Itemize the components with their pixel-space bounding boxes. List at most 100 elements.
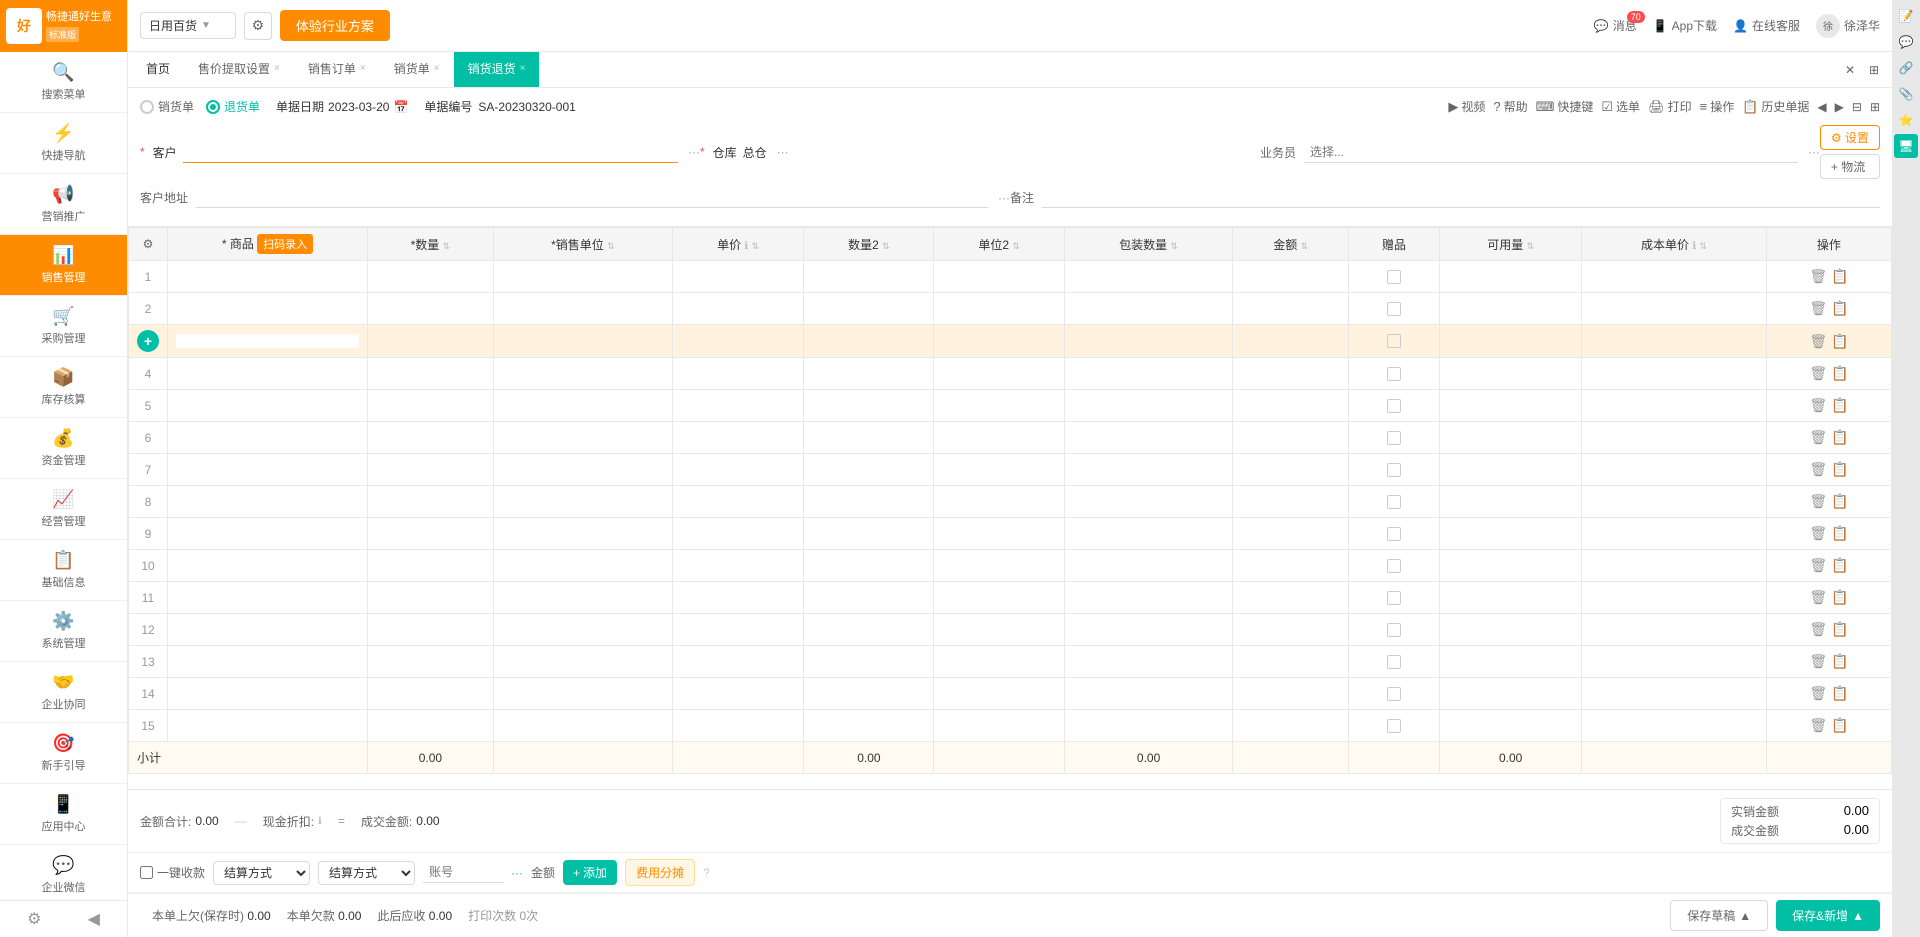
row-5-package-qty[interactable] [1064, 390, 1233, 422]
row-9-gift[interactable] [1348, 518, 1439, 550]
row-15-copy-icon[interactable]: 📋 [1831, 717, 1848, 734]
row-6-delete-icon[interactable]: 🗑 [1809, 429, 1827, 446]
row-6-gift[interactable] [1348, 422, 1439, 454]
row-1-sales-unit[interactable] [493, 261, 672, 293]
row-9-delete-icon[interactable]: 🗑 [1809, 525, 1827, 542]
shortcut-btn[interactable]: ⌨ 快捷键 [1536, 98, 1594, 115]
row-15-unit2[interactable] [934, 710, 1064, 742]
row-7-delete-icon[interactable]: 🗑 [1809, 461, 1827, 478]
tab-sales-order-close[interactable]: × [360, 63, 366, 74]
industry-select[interactable]: 日用百货 ▼ [140, 12, 236, 39]
sidebar-item-system[interactable]: ⚙️ 系统管理 [0, 601, 127, 662]
row-15-sales-unit[interactable] [493, 710, 672, 742]
row-15-qty2[interactable] [804, 710, 934, 742]
logistics-side-btn[interactable]: + 物流 [1820, 154, 1880, 179]
row-13-unit-price[interactable] [672, 646, 803, 678]
row-14-quantity[interactable] [368, 678, 494, 710]
app-download-item[interactable]: 📱 App下载 [1653, 17, 1717, 34]
row-1-product[interactable] [168, 261, 368, 293]
row-12-unit2[interactable] [934, 614, 1064, 646]
row-3-product[interactable] [168, 325, 368, 358]
row-4-sales-unit[interactable] [493, 358, 672, 390]
row-15-quantity[interactable] [368, 710, 494, 742]
online-service-item[interactable]: 👤 在线客服 [1733, 17, 1800, 34]
topbar-settings-button[interactable]: ⚙ [244, 12, 272, 40]
row-1-delete-icon[interactable]: 🗑 [1809, 268, 1827, 285]
gift-checkbox-7[interactable] [1387, 463, 1401, 477]
row-8-copy-icon[interactable]: 📋 [1831, 493, 1848, 510]
row-7-package-qty[interactable] [1064, 454, 1233, 486]
row-14-sales-unit[interactable] [493, 678, 672, 710]
row-5-qty2[interactable] [804, 390, 934, 422]
row-2-delete-icon[interactable]: 🗑 [1809, 300, 1827, 317]
row-11-amount[interactable] [1233, 582, 1348, 614]
row-7-gift[interactable] [1348, 454, 1439, 486]
row-13-copy-icon[interactable]: 📋 [1831, 653, 1848, 670]
row-10-gift[interactable] [1348, 550, 1439, 582]
row-1-qty2[interactable] [804, 261, 934, 293]
gift-checkbox-14[interactable] [1387, 687, 1401, 701]
row-7-product[interactable] [168, 454, 368, 486]
row-1-copy-icon[interactable]: 📋 [1831, 268, 1848, 285]
row-6-unit-price[interactable] [672, 422, 803, 454]
radio-return[interactable]: 退货单 [206, 98, 260, 115]
sidebar-item-shortcut[interactable]: ⚡ 快捷导航 [0, 113, 127, 174]
row-11-gift[interactable] [1348, 582, 1439, 614]
row-12-qty2[interactable] [804, 614, 934, 646]
row-7-unit-price[interactable] [672, 454, 803, 486]
row-14-unit2[interactable] [934, 678, 1064, 710]
row-1-unit2[interactable] [934, 261, 1064, 293]
gift-checkbox-3[interactable] [1387, 334, 1401, 348]
row-9-unit-price[interactable] [672, 518, 803, 550]
experience-button[interactable]: 体验行业方案 [280, 10, 390, 41]
row-12-delete-icon[interactable]: 🗑 [1809, 621, 1827, 638]
row-15-amount[interactable] [1233, 710, 1348, 742]
video-btn[interactable]: ▶ 视频 [1448, 98, 1485, 115]
row-5-copy-icon[interactable]: 📋 [1831, 397, 1848, 414]
row-3-amount[interactable] [1233, 325, 1348, 358]
sidebar-item-enterprise[interactable]: 🤝 企业协同 [0, 662, 127, 723]
row-10-qty2[interactable] [804, 550, 934, 582]
row-6-product[interactable] [168, 422, 368, 454]
row-3-copy-icon[interactable]: 📋 [1831, 333, 1848, 350]
address-dots[interactable]: ··· [998, 191, 1010, 205]
row-3-gift[interactable] [1348, 325, 1439, 358]
qty-sort-icon[interactable]: ⇅ [443, 241, 451, 251]
row-13-unit2[interactable] [934, 646, 1064, 678]
row-4-quantity[interactable] [368, 358, 494, 390]
row-12-gift[interactable] [1348, 614, 1439, 646]
row-13-amount[interactable] [1233, 646, 1348, 678]
sidebar-item-newbie[interactable]: 🎯 新手引导 [0, 723, 127, 784]
row-12-unit-price[interactable] [672, 614, 803, 646]
row-9-unit2[interactable] [934, 518, 1064, 550]
row-14-package-qty[interactable] [1064, 678, 1233, 710]
row-9-product[interactable] [168, 518, 368, 550]
row-15-product[interactable] [168, 710, 368, 742]
row-12-copy-icon[interactable]: 📋 [1831, 621, 1848, 638]
row-2-amount[interactable] [1233, 293, 1348, 325]
operation-btn[interactable]: ≡ 操作 [1700, 98, 1735, 115]
row-9-sales-unit[interactable] [493, 518, 672, 550]
row-2-sales-unit[interactable] [493, 293, 672, 325]
gift-checkbox-13[interactable] [1387, 655, 1401, 669]
row-13-quantity[interactable] [368, 646, 494, 678]
calendar-icon[interactable]: 📅 [393, 100, 408, 114]
row-13-package-qty[interactable] [1064, 646, 1233, 678]
unit2-sort-icon[interactable]: ⇅ [1012, 241, 1020, 251]
row-4-delete-icon[interactable]: 🗑 [1809, 365, 1827, 382]
one-click-checkbox[interactable] [140, 866, 153, 879]
select-btn[interactable]: ☑ 选单 [1601, 98, 1640, 115]
row-10-unit2[interactable] [934, 550, 1064, 582]
row-7-unit2[interactable] [934, 454, 1064, 486]
row-10-product[interactable] [168, 550, 368, 582]
row-9-quantity[interactable] [368, 518, 494, 550]
cost-sort-icon[interactable]: ⇅ [1699, 241, 1707, 251]
sidebar-item-wechat[interactable]: 💬 企业微信 [0, 845, 127, 900]
fee-split-button[interactable]: 费用分摊 [625, 859, 695, 886]
row-8-amount[interactable] [1233, 486, 1348, 518]
gift-checkbox-4[interactable] [1387, 367, 1401, 381]
row-15-delete-icon[interactable]: 🗑 [1809, 717, 1827, 734]
row-6-package-qty[interactable] [1064, 422, 1233, 454]
row-4-copy-icon[interactable]: 📋 [1831, 365, 1848, 382]
gift-checkbox-9[interactable] [1387, 527, 1401, 541]
